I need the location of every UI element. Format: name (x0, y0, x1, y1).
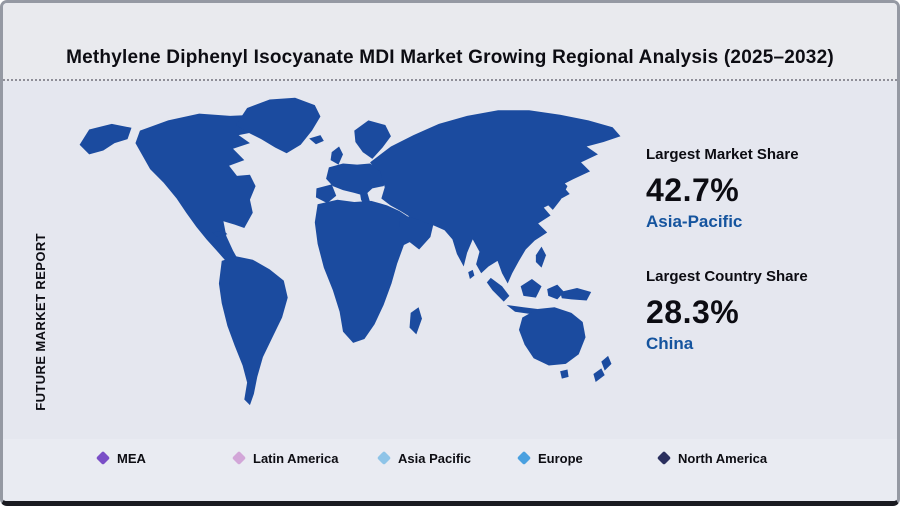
stat-region: China (646, 334, 694, 353)
legend-label: North America (678, 450, 768, 466)
legend-label: Europe (538, 450, 583, 466)
stat-largest-country-share: Largest Country Share 28.3% China (646, 268, 808, 354)
stat-region: Asia-Pacific (646, 212, 743, 231)
legend-item-europe: Europe (516, 450, 583, 466)
stat-largest-market-share: Largest Market Share 42.7% Asia-Pacific (646, 146, 799, 232)
mdi-market-infographic: Methylene Diphenyl Isocyanate MDI Market… (0, 0, 900, 506)
legend-dot-icon (231, 450, 247, 466)
header: Methylene Diphenyl Isocyanate MDI Market… (3, 3, 897, 81)
legend-dot-icon (376, 450, 392, 466)
legend-dot-icon (516, 450, 532, 466)
map-landmass (79, 97, 621, 406)
footer-band (3, 439, 897, 501)
brand-vertical-label: FUTURE MARKET REPORT (33, 233, 48, 411)
world-map (79, 97, 621, 406)
legend-label: MEA (117, 450, 146, 466)
legend-item-asia-pacific: Asia Pacific (376, 450, 471, 466)
legend-item-north-america: North America (656, 450, 768, 466)
stat-label: Largest Country Share (646, 268, 808, 285)
stat-value: 28.3% (646, 294, 740, 330)
legend-dot-icon (656, 450, 672, 466)
legend-item-mea: MEA (95, 450, 146, 466)
stat-label: Largest Market Share (646, 146, 799, 163)
legend-item-latin-america: Latin America (231, 450, 339, 466)
stat-value: 42.7% (646, 172, 740, 208)
legend-dot-icon (95, 450, 111, 466)
legend-label: Asia Pacific (398, 450, 471, 466)
page-title: Methylene Diphenyl Isocyanate MDI Market… (66, 47, 834, 68)
legend-label: Latin America (253, 450, 339, 466)
